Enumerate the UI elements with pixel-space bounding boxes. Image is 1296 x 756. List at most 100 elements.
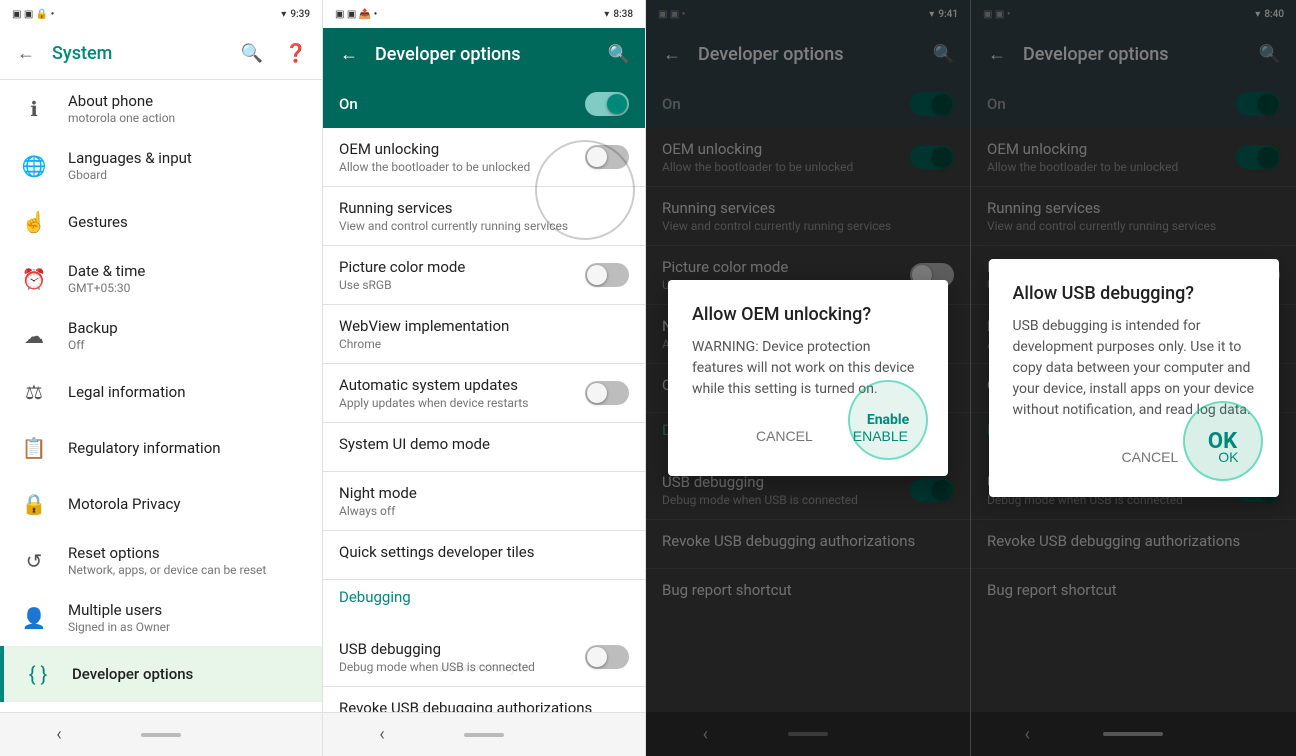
quick-tiles-item[interactable]: Quick settings developer tiles: [323, 531, 645, 579]
languages-subtitle: Gboard: [68, 168, 306, 182]
ok-highlight-circle: OK: [1183, 401, 1263, 481]
back-nav-2[interactable]: ‹: [362, 715, 402, 755]
legal-icon: ⚖: [16, 380, 52, 404]
settings-item-legal[interactable]: ⚖ Legal information: [0, 364, 322, 420]
usb-dialog-overlay: Allow USB debugging? USB debugging is in…: [971, 0, 1296, 756]
on-row-2[interactable]: On: [323, 80, 645, 128]
users-title: Multiple users: [68, 601, 306, 619]
reset-subtitle: Network, apps, or device can be reset: [68, 563, 306, 577]
home-indicator-1[interactable]: [141, 733, 181, 737]
webview-title: WebView implementation: [339, 317, 629, 335]
home-indicator-2[interactable]: [464, 733, 504, 737]
wifi-icon-2: ▾: [604, 9, 609, 20]
usb-toggle[interactable]: [585, 645, 629, 669]
status-icons-left: ▣ ▣ 🔒 •: [12, 9, 54, 20]
settings-item-privacy[interactable]: 🔒 Motorola Privacy: [0, 476, 322, 532]
status-icons-right-2: ▾ 8:38: [604, 9, 633, 20]
oem-toggle[interactable]: [585, 145, 629, 169]
debugging-section: Debugging: [323, 580, 645, 628]
backup-title: Backup: [68, 319, 306, 337]
developer-toggle-2[interactable]: [585, 92, 629, 116]
auto-update-subtitle: Apply updates when device restarts: [339, 396, 528, 410]
settings-item-datetime-text: Date & time GMT+05:30: [68, 262, 306, 295]
status-icons-right: ▾ 9:39: [281, 9, 310, 20]
settings-item-gestures-text: Gestures: [68, 213, 306, 231]
auto-update-text: Automatic system updates Apply updates w…: [339, 376, 528, 410]
quick-tiles-title: Quick settings developer tiles: [339, 543, 629, 561]
developer-options-usb-panel: ▣ ▣ • ▾ 8:40 ← Developer options 🔍 On OE…: [971, 0, 1296, 756]
status-bar-1: ▣ ▣ 🔒 • ▾ 9:39: [0, 0, 322, 28]
settings-item-about[interactable]: ℹ About phone motorola one action: [0, 80, 322, 137]
oem-unlocking-subtitle: Allow the bootloader to be unlocked: [339, 160, 530, 174]
auto-update-toggle[interactable]: [585, 381, 629, 405]
running-services-item[interactable]: Running services View and control curren…: [323, 187, 645, 245]
usb-debugging-item[interactable]: USB debugging Debug mode when USB is con…: [323, 628, 645, 686]
settings-item-users[interactable]: 👤 Multiple users Signed in as Owner: [0, 589, 322, 646]
app-bar-2: ← Developer options 🔍: [323, 28, 645, 80]
settings-item-languages-text: Languages & input Gboard: [68, 149, 306, 182]
about-title: About phone: [68, 92, 306, 110]
language-icon: 🌐: [16, 154, 52, 178]
oem-dialog-overlay: Allow OEM unlocking? WARNING: Device pro…: [646, 0, 970, 756]
search-button-1[interactable]: 🔍: [234, 36, 270, 72]
back-button-2[interactable]: ←: [331, 36, 367, 72]
help-button-1[interactable]: ❓: [278, 36, 314, 72]
oem-unlocking-item[interactable]: OEM unlocking Allow the bootloader to be…: [323, 128, 645, 186]
system-ui-item[interactable]: System UI demo mode: [323, 423, 645, 471]
picture-toggle[interactable]: [585, 263, 629, 287]
bottom-nav-2: ‹: [323, 712, 645, 756]
settings-item-developer[interactable]: { } Developer options: [0, 646, 322, 702]
enable-circle-text: Enable: [867, 412, 909, 428]
system-settings-panel: ▣ ▣ 🔒 • ▾ 9:39 ← System 🔍 ❓ ℹ About phon…: [0, 0, 323, 756]
developer-options-oem-panel: ▣ ▣ • ▾ 9:41 ← Developer options 🔍 On OE…: [646, 0, 971, 756]
night-mode-item[interactable]: Night mode Always off: [323, 472, 645, 530]
webview-item[interactable]: WebView implementation Chrome: [323, 305, 645, 363]
settings-item-languages[interactable]: 🌐 Languages & input Gboard: [0, 137, 322, 194]
system-ui-title: System UI demo mode: [339, 435, 629, 453]
auto-update-title: Automatic system updates: [339, 376, 528, 394]
languages-title: Languages & input: [68, 149, 306, 167]
back-nav-1[interactable]: ‹: [39, 715, 79, 755]
settings-item-backup[interactable]: ☁ Backup Off: [0, 307, 322, 364]
oem-toggle-thumb: [587, 147, 607, 167]
app-bar-title-1: System: [52, 43, 226, 64]
running-services-subtitle: View and control currently running servi…: [339, 219, 629, 233]
bottom-nav-1: ‹: [0, 712, 322, 756]
settings-item-datetime[interactable]: ⏰ Date & time GMT+05:30: [0, 250, 322, 307]
usb-dialog: Allow USB debugging? USB debugging is in…: [989, 259, 1279, 497]
settings-list-1: ℹ About phone motorola one action 🌐 Lang…: [0, 80, 322, 712]
oem-dialog-title: Allow OEM unlocking?: [692, 304, 924, 325]
wifi-icon: ▾: [281, 9, 286, 20]
auto-update-item[interactable]: Automatic system updates Apply updates w…: [323, 364, 645, 422]
back-button-1[interactable]: ←: [8, 36, 44, 72]
settings-item-regulatory-text: Regulatory information: [68, 439, 306, 457]
gestures-icon: ☝: [16, 210, 52, 234]
datetime-title: Date & time: [68, 262, 306, 280]
settings-item-gestures[interactable]: ☝ Gestures: [0, 194, 322, 250]
picture-color-text: Picture color mode Use sRGB: [339, 258, 465, 292]
usb-cancel-button[interactable]: Cancel: [1105, 441, 1194, 473]
settings-item-users-text: Multiple users Signed in as Owner: [68, 601, 306, 634]
settings-item-system-updates[interactable]: 📱 System updates Updated to Android 9: [0, 702, 322, 712]
reset-title: Reset options: [68, 544, 306, 562]
datetime-subtitle: GMT+05:30: [68, 281, 306, 295]
users-icon: 👤: [16, 606, 52, 630]
search-button-2[interactable]: 🔍: [601, 36, 637, 72]
settings-item-regulatory[interactable]: 📋 Regulatory information: [0, 420, 322, 476]
settings-item-legal-text: Legal information: [68, 383, 306, 401]
settings-item-privacy-text: Motorola Privacy: [68, 495, 306, 513]
revoke-usb-item[interactable]: Revoke USB debugging authorizations: [323, 687, 645, 712]
notification-icons-2: ▣ ▣ 📤 •: [335, 9, 377, 20]
usb-toggle-thumb: [587, 647, 607, 667]
clock-icon: ⏰: [16, 267, 52, 291]
status-bar-2: ▣ ▣ 📤 • ▾ 8:38: [323, 0, 645, 28]
picture-color-item[interactable]: Picture color mode Use sRGB: [323, 246, 645, 304]
usb-dialog-title: Allow USB debugging?: [1013, 283, 1255, 304]
oem-dialog: Allow OEM unlocking? WARNING: Device pro…: [668, 280, 948, 476]
webview-subtitle: Chrome: [339, 337, 629, 351]
settings-item-reset[interactable]: ↺ Reset options Network, apps, or device…: [0, 532, 322, 589]
developer-list-2: OEM unlocking Allow the bootloader to be…: [323, 128, 645, 712]
developer-icon: { }: [20, 662, 56, 686]
legal-title: Legal information: [68, 383, 306, 401]
oem-cancel-button[interactable]: Cancel: [740, 420, 829, 452]
